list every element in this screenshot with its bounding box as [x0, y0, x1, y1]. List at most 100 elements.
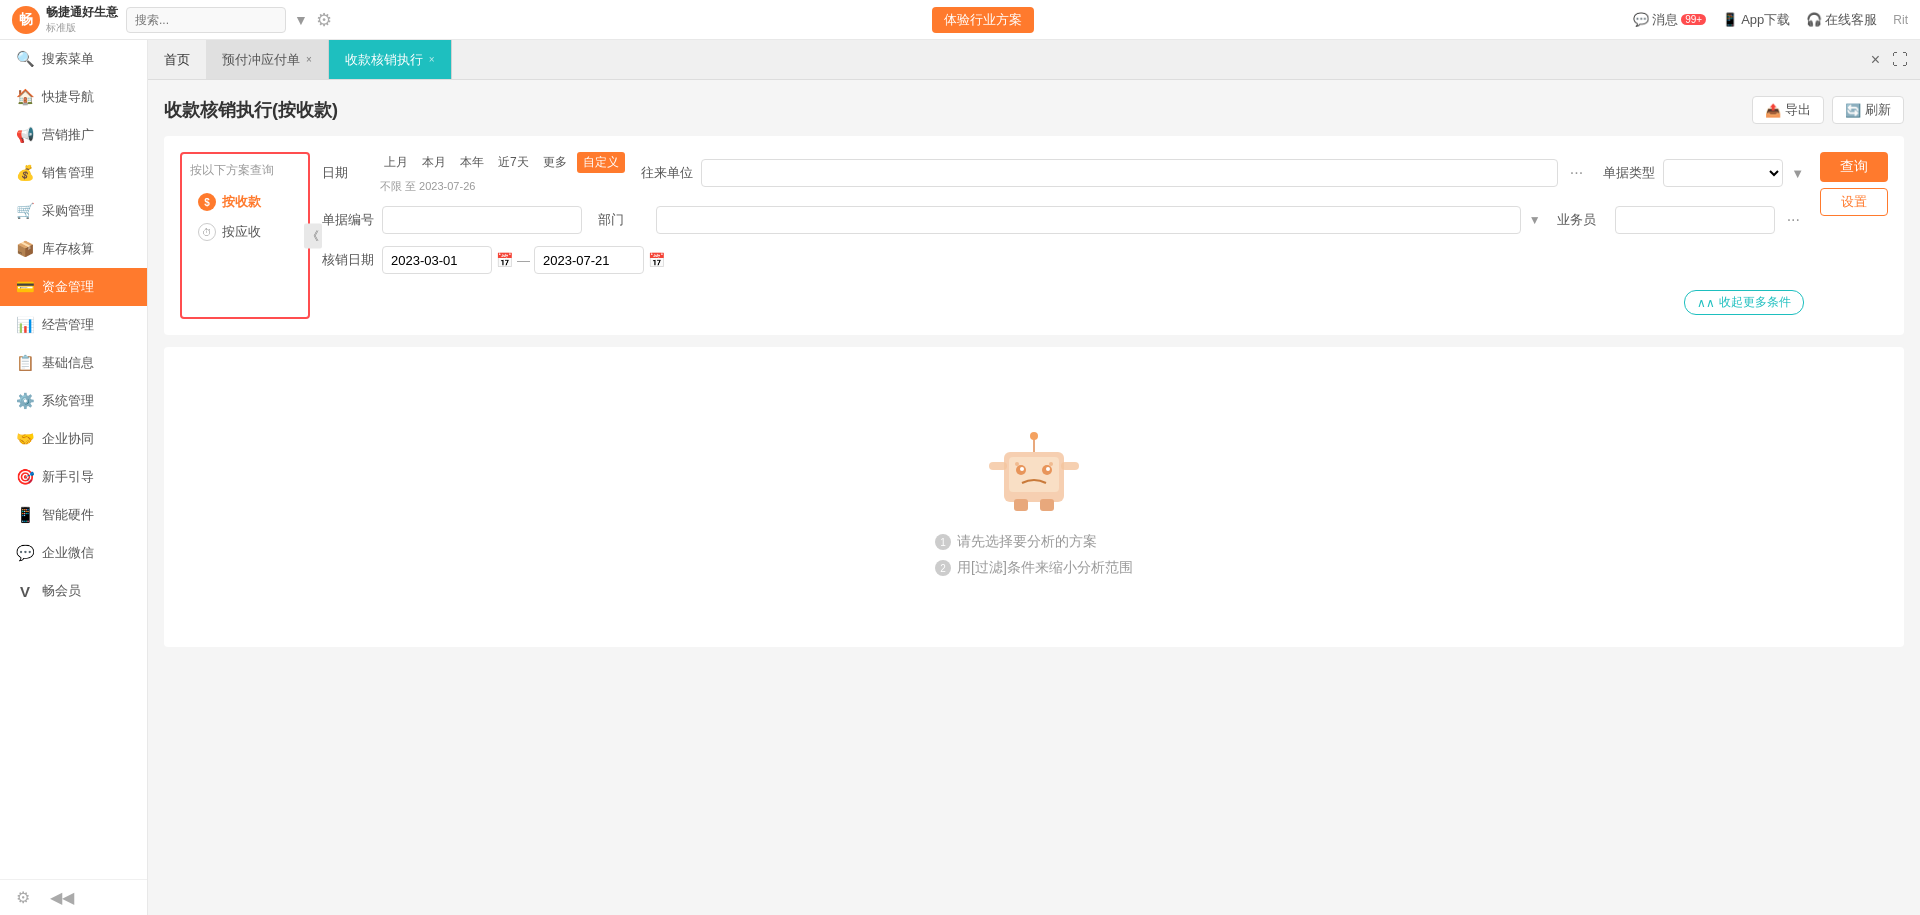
sidebar-item-quicknav[interactable]: 🏠 快捷导航	[0, 78, 147, 116]
date-to: 至 2023-07-26	[405, 180, 475, 192]
sidebar-label-quicknav: 快捷导航	[42, 88, 94, 106]
trading-unit-field: 往来单位 ···	[641, 159, 1587, 187]
online-service-link[interactable]: 🎧 在线客服	[1806, 11, 1877, 29]
filter-option-by-receivable[interactable]: ⏱ 按应收	[190, 217, 300, 247]
trading-unit-input[interactable]	[701, 159, 1558, 187]
clipboard-icon: 📋	[16, 354, 34, 372]
sidebar-label-system: 系统管理	[42, 392, 94, 410]
step-2-icon: 2	[935, 560, 951, 576]
more-conditions-section: ∧∧ 收起更多条件	[322, 286, 1804, 319]
sidebar-item-finance[interactable]: 💳 资金管理	[0, 268, 147, 306]
filter-option-by-receipt[interactable]: $ 按收款	[190, 187, 300, 217]
date-shortcuts: 上月 本月 本年 近7天 更多 自定义	[380, 152, 625, 173]
settings-icon[interactable]: ⚙	[316, 9, 332, 31]
message-badge[interactable]: 💬 消息 99+	[1633, 11, 1706, 29]
sidebar-settings-icon[interactable]: ⚙	[16, 888, 30, 907]
verify-date-start-calendar-icon[interactable]: 📅	[496, 252, 513, 268]
bill-type-field: 单据类型 ▼	[1603, 159, 1804, 187]
chart-icon: 📊	[16, 316, 34, 334]
filter-sidebar-collapse-button[interactable]: 《	[304, 223, 322, 248]
sidebar-label-marketing: 营销推广	[42, 126, 94, 144]
more-conditions-button[interactable]: ∧∧ 收起更多条件	[1684, 290, 1804, 315]
settings-button[interactable]: 设置	[1820, 188, 1888, 216]
bill-no-input[interactable]	[382, 206, 582, 234]
svg-point-4	[1020, 467, 1024, 471]
tab-bar: 首页 预付冲应付单 × 收款核销执行 × × ⛶	[148, 40, 1920, 80]
main-layout: 🔍 搜索菜单 🏠 快捷导航 📢 营销推广 💰 销售管理 🛒 采购管理 📦 库存核…	[0, 40, 1920, 915]
date-label: 日期	[322, 164, 372, 182]
filter-actions: 查询 设置	[1820, 152, 1888, 319]
filter-row-3: 核销日期 📅 — 📅	[322, 246, 1804, 274]
svg-rect-9	[1061, 462, 1079, 470]
tab-home[interactable]: 首页	[148, 40, 206, 79]
card-icon: 💳	[16, 278, 34, 296]
app-download-link[interactable]: 📱 App下载	[1722, 11, 1790, 29]
sidebar-label-sales: 销售管理	[42, 164, 94, 182]
filter-sidebar: 按以下方案查询 $ 按收款 ⏱ 按应收 《	[180, 152, 310, 319]
message-count: 99+	[1681, 14, 1706, 25]
verify-date-label: 核销日期	[322, 251, 374, 269]
message-icon: 💬	[1633, 12, 1649, 27]
query-button[interactable]: 查询	[1820, 152, 1888, 182]
sidebar-item-hardware[interactable]: 📱 智能硬件	[0, 496, 147, 534]
empty-tip-1: 1 请先选择要分析的方案	[935, 533, 1133, 551]
sidebar-item-business[interactable]: 📊 经营管理	[0, 306, 147, 344]
tab-receipt-close[interactable]: ×	[429, 54, 435, 65]
empty-illustration	[979, 407, 1089, 517]
industry-solution-button[interactable]: 体验行业方案	[932, 7, 1034, 33]
refresh-button[interactable]: 🔄 刷新	[1832, 96, 1904, 124]
target-icon: 🎯	[16, 468, 34, 486]
verify-date-end-calendar-icon[interactable]: 📅	[648, 252, 665, 268]
this-month-btn[interactable]: 本月	[418, 152, 450, 173]
department-chevron-icon: ▼	[1529, 213, 1541, 227]
search-dropdown-icon[interactable]: ▼	[294, 12, 308, 28]
verify-date-start-input[interactable]	[382, 246, 492, 274]
svg-point-12	[1015, 462, 1019, 466]
filter-form: 日期 上月 本月 本年 近7天 更多 自定义	[322, 152, 1888, 319]
tab-prepay[interactable]: 预付冲应付单 ×	[206, 40, 329, 79]
department-label: 部门	[598, 211, 648, 229]
app-logo: 畅 畅捷通好生意 标准版	[12, 4, 118, 35]
last-month-btn[interactable]: 上月	[380, 152, 412, 173]
sidebar-item-marketing[interactable]: 📢 营销推广	[0, 116, 147, 154]
salesperson-input[interactable]	[1615, 206, 1775, 234]
sidebar-item-search[interactable]: 🔍 搜索菜单	[0, 40, 147, 78]
sidebar-item-basic[interactable]: 📋 基础信息	[0, 344, 147, 382]
export-button[interactable]: 📤 导出	[1752, 96, 1824, 124]
sidebar-label-hardware: 智能硬件	[42, 506, 94, 524]
handshake-icon: 🤝	[16, 430, 34, 448]
svg-rect-11	[1040, 499, 1054, 511]
sidebar-item-wechat[interactable]: 💬 企业微信	[0, 534, 147, 572]
sidebar-item-purchase[interactable]: 🛒 采购管理	[0, 192, 147, 230]
tab-receipt[interactable]: 收款核销执行 ×	[329, 40, 452, 79]
receivable-icon: ⏱	[198, 223, 216, 241]
sidebar-item-inventory[interactable]: 📦 库存核算	[0, 230, 147, 268]
trading-unit-more-button[interactable]: ···	[1566, 164, 1587, 182]
sidebar-item-member[interactable]: V 畅会员	[0, 572, 147, 610]
tab-fullscreen-button[interactable]: ⛶	[1888, 47, 1912, 73]
app-download-label: App下载	[1741, 11, 1790, 29]
tab-close-button[interactable]: ×	[1867, 47, 1884, 73]
department-input[interactable]	[656, 206, 1521, 234]
salesperson-more-button[interactable]: ···	[1783, 211, 1804, 229]
tab-prepay-close[interactable]: ×	[306, 54, 312, 65]
verify-date-end-input[interactable]	[534, 246, 644, 274]
sidebar-item-guide[interactable]: 🎯 新手引导	[0, 458, 147, 496]
sidebar-item-system[interactable]: ⚙️ 系统管理	[0, 382, 147, 420]
this-year-btn[interactable]: 本年	[456, 152, 488, 173]
date-shortcuts-group: 上月 本月 本年 近7天 更多 自定义 不限	[380, 152, 625, 194]
device-icon: 📱	[16, 506, 34, 524]
sidebar-label-inventory: 库存核算	[42, 240, 94, 258]
salesperson-field: 业务员 ···	[1557, 206, 1804, 234]
more-btn[interactable]: 更多	[539, 152, 571, 173]
sidebar-item-enterprise[interactable]: 🤝 企业协同	[0, 420, 147, 458]
bill-type-select[interactable]	[1663, 159, 1783, 187]
bill-no-field: 单据编号	[322, 206, 582, 234]
sidebar-collapse-icon[interactable]: ◀◀	[50, 888, 74, 907]
search-input[interactable]	[126, 7, 286, 33]
custom-btn[interactable]: 自定义	[577, 152, 625, 173]
app-name: 畅捷通好生意	[46, 4, 118, 21]
last-7days-btn[interactable]: 近7天	[494, 152, 533, 173]
sidebar-item-sales[interactable]: 💰 销售管理	[0, 154, 147, 192]
filter-option-receipt-label: 按收款	[222, 193, 261, 211]
